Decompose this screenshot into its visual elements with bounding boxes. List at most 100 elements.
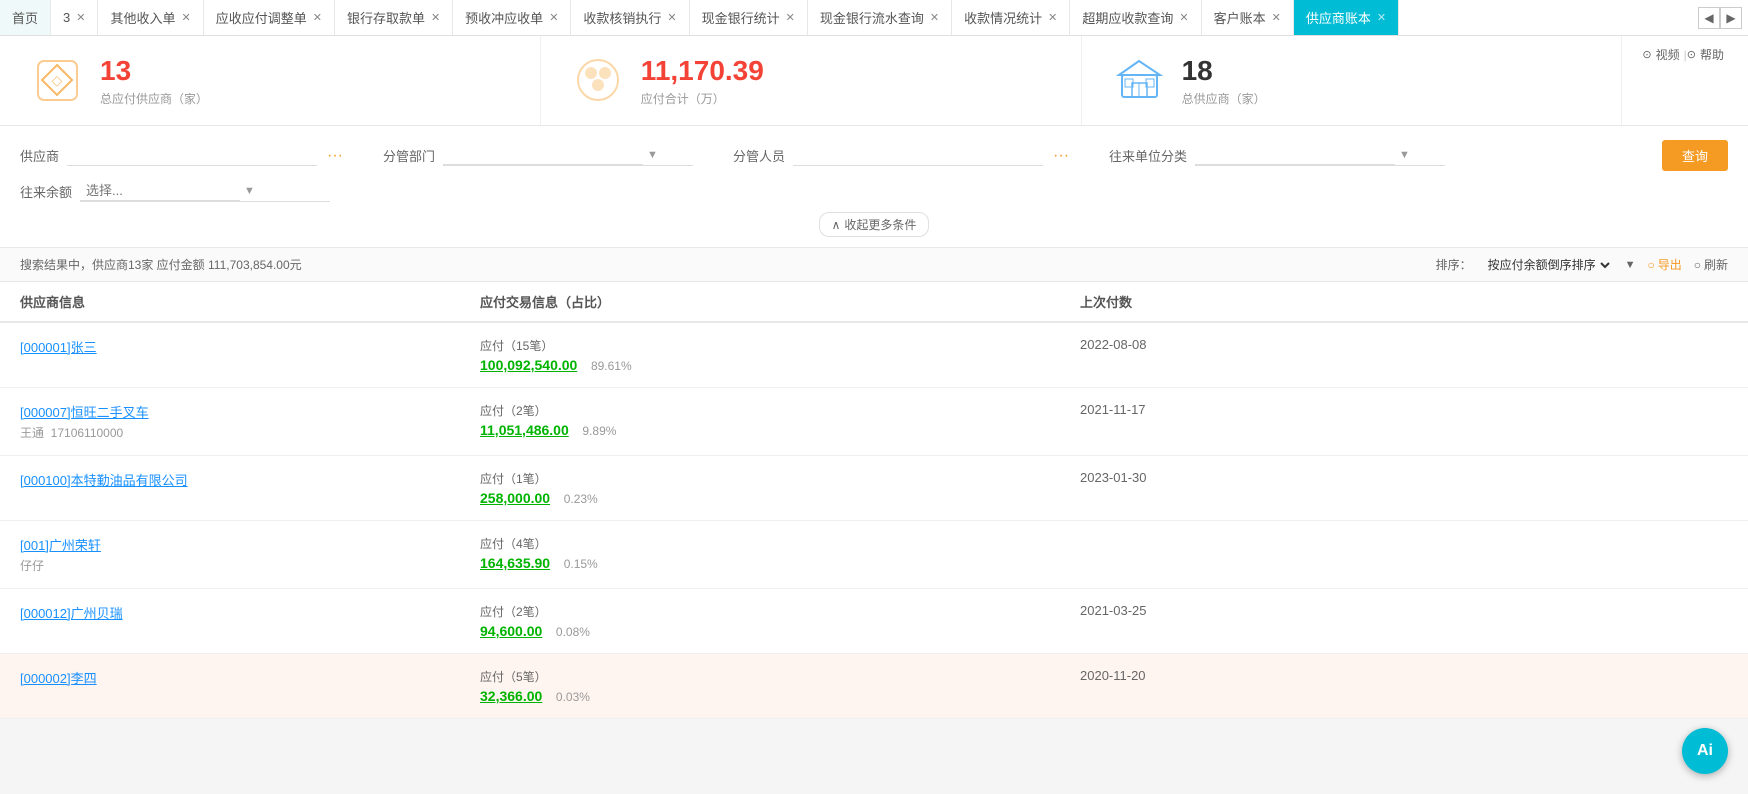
nav-tab-bank-label: 银行存取款单 [347,8,425,27]
transaction-percent-4: 0.15% [564,557,598,571]
filter-department: 分管部门 ▼ [383,145,693,166]
nav-tab-home[interactable]: 首页 [0,0,51,36]
transaction-amount-2[interactable]: 11,051,486.00 [480,422,569,438]
transaction-amount-4[interactable]: 164,635.90 [480,555,550,571]
refresh-button[interactable]: ○ 刷新 [1694,256,1728,273]
category-select-wrapper: ▼ [1195,145,1445,166]
supplier-link-6[interactable]: [000002]李四 [20,668,480,687]
stat-ap-amount-content: 11,170.39 应付合计（万） [641,54,764,107]
supplier-info-4: [001]广州荣轩 仔仔 [20,535,480,574]
nav-tab-other-income[interactable]: 其他收入单 ✕ [98,0,203,36]
nav-tab-bank[interactable]: 银行存取款单 ✕ [335,0,453,36]
result-summary: 搜索结果中，供应商13家 应付金额 111,703,854.00元 [20,256,302,273]
close-icon[interactable]: ✕ [313,11,322,24]
filter-row-1: 供应商 ··· 分管部门 ▼ 分管人员 ··· 往来单位分类 ▼ 查询 [20,140,1728,171]
chevron-down-icon3[interactable]: ▼ [244,185,255,197]
last-pay-date-2: 2021-11-17 [1080,402,1146,417]
person-dots-icon[interactable]: ··· [1053,147,1069,165]
transaction-percent-5: 0.08% [556,625,590,639]
nav-next-button[interactable]: ▶ [1720,7,1742,29]
nav-tab-receipt-verify[interactable]: 收款核销执行 ✕ [571,0,689,36]
nav-tab-cash-flow-label: 现金银行流水查询 [820,8,924,27]
supplier-link-3[interactable]: [000100]本特勤油品有限公司 [20,470,480,489]
col-header-supplier: 供应商信息 [20,292,480,311]
nav-tab-3[interactable]: 3 ✕ [51,0,98,36]
filter-person: 分管人员 ··· [733,146,1069,166]
export-button[interactable]: ○ 导出 [1647,256,1681,273]
ai-button[interactable]: Ai [1682,728,1728,774]
close-icon[interactable]: ✕ [786,11,795,24]
nav-tab-receipt-stat[interactable]: 收款情况统计 ✕ [952,0,1070,36]
nav-tab-cash-bank-label: 现金银行统计 [702,8,780,27]
nav-tab-cash-bank[interactable]: 现金银行统计 ✕ [690,0,808,36]
chevron-down-icon2[interactable]: ▼ [1399,149,1410,161]
supplier-link-5[interactable]: [000012]广州贝瑞 [20,603,480,622]
nav-tab-cash-flow[interactable]: 现金银行流水查询 ✕ [808,0,952,36]
close-icon[interactable]: ✕ [1377,11,1386,24]
transaction-amount-3[interactable]: 258,000.00 [480,490,550,506]
stat-total-ap-amount: 11,170.39 应付合计（万） [541,36,1082,125]
close-icon[interactable]: ✕ [1179,11,1188,24]
department-input[interactable] [443,145,643,165]
svg-text:◇: ◇ [52,72,63,88]
department-label: 分管部门 [383,146,435,165]
balance-input[interactable] [80,181,240,201]
nav-tab-customer-ledger[interactable]: 客户账本 ✕ [1202,0,1294,36]
transaction-percent-3: 0.23% [564,492,598,506]
close-icon[interactable]: ✕ [181,11,190,24]
transaction-info-3: 应付（1笔） 258,000.00 0.23% [480,470,1080,506]
nav-tab-3-label: 3 [63,10,70,25]
supplier-link-2[interactable]: [000007]恒旺二手叉车 [20,402,480,421]
chevron-down-icon[interactable]: ▼ [647,149,658,161]
transaction-amount-1[interactable]: 100,092,540.00 [480,357,577,373]
transaction-info-1: 应付（15笔） 100,092,540.00 89.61% [480,337,1080,373]
close-icon[interactable]: ✕ [930,11,939,24]
last-pay-2: 2021-11-17 [1080,402,1728,417]
stat-total-ap-suppliers: ◇ 13 总应付供应商（家） [0,36,541,125]
table-row: [000012]广州贝瑞 应付（2笔） 94,600.00 0.08% 2021… [0,589,1748,654]
stat-total-suppliers-content: 18 总供应商（家） [1182,54,1266,107]
close-icon[interactable]: ✕ [667,11,676,24]
stat-total-suppliers-number: 18 [1182,54,1266,88]
table-row: [000100]本特勤油品有限公司 应付（1笔） 258,000.00 0.23… [0,456,1748,521]
person-input[interactable] [793,146,1043,166]
nav-tab-supplier-ledger[interactable]: 供应商账本 ✕ [1294,0,1399,36]
balance-label: 往来余额 [20,182,72,201]
nav-tab-3-close[interactable]: ✕ [76,11,85,24]
close-icon[interactable]: ✕ [549,11,558,24]
nav-tab-receipt-verify-label: 收款核销执行 [583,8,661,27]
transaction-amount-6[interactable]: 32,366.00 [480,688,542,704]
transaction-percent-1: 89.61% [591,359,632,373]
nav-tab-overdue[interactable]: 超期应收款查询 ✕ [1070,0,1201,36]
stat-ap-suppliers-content: 13 总应付供应商（家） [100,54,208,107]
nav-tab-overdue-label: 超期应收款查询 [1082,8,1173,27]
table-row: [000001]张三 应付（15笔） 100,092,540.00 89.61%… [0,323,1748,388]
table-header: 供应商信息 应付交易信息（占比） 上次付数 [0,282,1748,323]
transaction-amount-5[interactable]: 94,600.00 [480,623,542,639]
transaction-label-1: 应付（15笔） [480,337,1080,354]
nav-tab-receipt-stat-label: 收款情况统计 [964,8,1042,27]
refresh-icon: ○ [1694,258,1701,272]
stat-ap-suppliers-number: 13 [100,54,208,88]
last-pay-1: 2022-08-08 [1080,337,1728,352]
search-button[interactable]: 查询 [1662,140,1728,171]
nav-tab-prepay[interactable]: 预收冲应收单 ✕ [453,0,571,36]
category-input[interactable] [1195,145,1395,165]
close-icon[interactable]: ✕ [1048,11,1057,24]
nav-prev-button[interactable]: ◀ [1698,7,1720,29]
close-icon[interactable]: ✕ [431,11,440,24]
video-link[interactable]: 视频 [1656,46,1680,63]
nav-arrows: ◀ ▶ [1692,7,1748,29]
close-icon[interactable]: ✕ [1272,11,1281,24]
help-link[interactable]: 帮助 [1700,46,1724,63]
collapse-button[interactable]: ∧ 收起更多条件 [819,212,930,237]
supplier-input[interactable] [67,146,317,166]
transaction-label-4: 应付（4笔） [480,535,1080,552]
supplier-dots-icon[interactable]: ··· [327,147,343,165]
supplier-info-6: [000002]李四 [20,668,480,687]
supplier-link-4[interactable]: [001]广州荣轩 [20,535,480,554]
transaction-label-3: 应付（1笔） [480,470,1080,487]
supplier-link-1[interactable]: [000001]张三 [20,337,480,356]
sort-select[interactable]: 按应付余额倒序排序 [1484,257,1613,273]
nav-tab-ar-ap[interactable]: 应收应付调整单 ✕ [204,0,335,36]
